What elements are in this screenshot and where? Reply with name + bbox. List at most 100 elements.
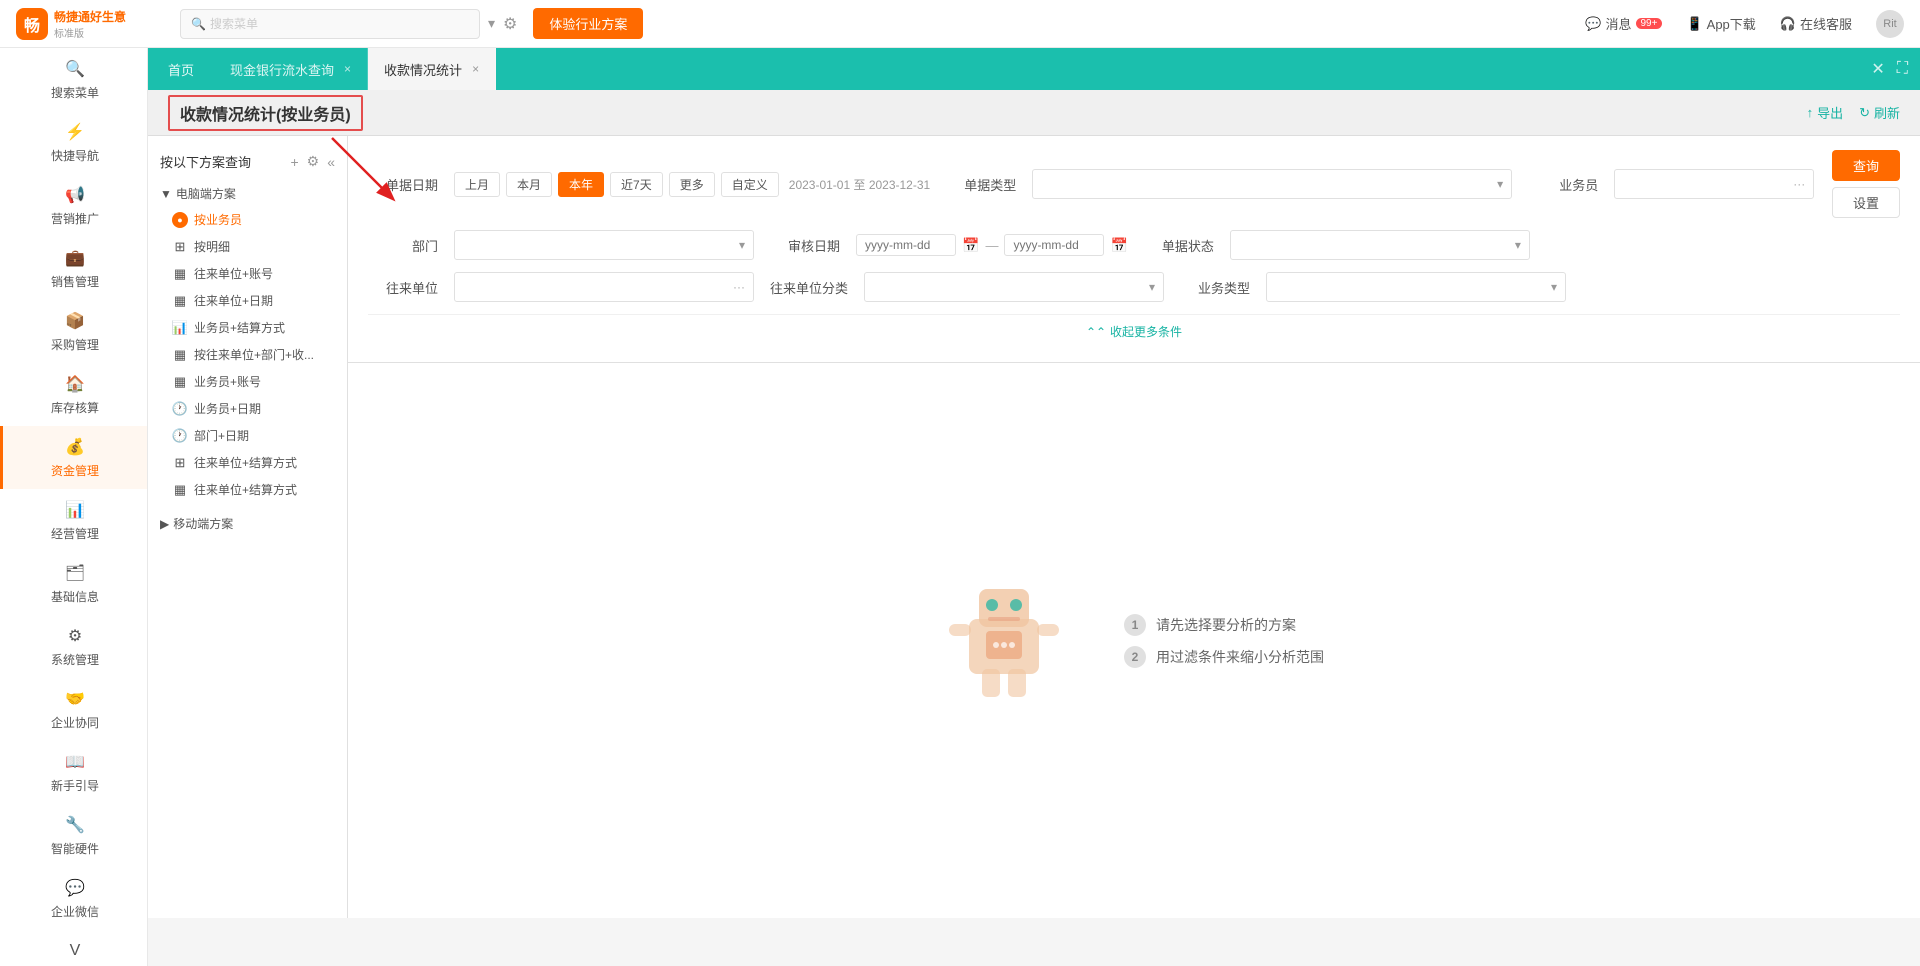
- date-btn-7days[interactable]: 近7天: [610, 172, 663, 197]
- salesman-settle-icon: 📊: [172, 320, 188, 336]
- settings-icon[interactable]: ⚙: [503, 14, 517, 34]
- source-more-icon[interactable]: ···: [733, 280, 745, 294]
- unit-date-icon: ▦: [172, 293, 188, 309]
- tab-bank-flow[interactable]: 现金银行流水查询 ×: [214, 48, 368, 90]
- scheme-item-unit-settle1[interactable]: ⊞ 往来单位+结算方式: [148, 449, 347, 476]
- date-btn-this-year[interactable]: 本年: [558, 172, 604, 197]
- filter-row-2: 部门 ▾ 审核日期 📅 — 📅 单据状: [368, 230, 1900, 260]
- sidebar-item-system[interactable]: ⚙ 系统管理: [0, 615, 147, 678]
- review-date-to-input[interactable]: [1004, 234, 1104, 256]
- scheme-item-salesman-account[interactable]: ▦ 业务员+账号: [148, 368, 347, 395]
- date-label: 单据日期: [368, 175, 438, 194]
- section-expand-icon: ▼: [160, 187, 172, 201]
- message-item[interactable]: 💬 消息 99+: [1585, 14, 1662, 33]
- sidebar-item-finance[interactable]: 💰 资金管理: [0, 426, 147, 489]
- sidebar-item-search[interactable]: 🔍 搜索菜单: [0, 48, 147, 111]
- nav-icon: ⚡: [64, 121, 86, 143]
- review-date-from-input[interactable]: [856, 234, 956, 256]
- dropdown-arrow-icon[interactable]: ▾: [488, 15, 495, 32]
- sidebar-item-operations[interactable]: 📊 经营管理: [0, 489, 147, 552]
- sidebar-item-nav[interactable]: ⚡ 快捷导航: [0, 111, 147, 174]
- sidebar-item-purchase[interactable]: 📦 采购管理: [0, 300, 147, 363]
- app-download-item[interactable]: 📱 App下载: [1686, 14, 1755, 33]
- header-right: 💬 消息 99+ 📱 App下载 🎧 在线客服 Rit: [1585, 10, 1904, 38]
- doc-type-select[interactable]: ▾: [1032, 169, 1512, 199]
- date-btn-custom[interactable]: 自定义: [721, 172, 779, 197]
- robot-illustration: [944, 569, 1064, 712]
- sidebar-item-corp[interactable]: 🤝 企业协同: [0, 678, 147, 741]
- empty-step-2: 2 用过滤条件来缩小分析范围: [1124, 646, 1324, 668]
- source-category-select[interactable]: ▾: [864, 272, 1164, 302]
- tab-home[interactable]: 首页: [148, 48, 214, 90]
- online-service-item[interactable]: 🎧 在线客服: [1780, 14, 1852, 33]
- empty-content: 1 请先选择要分析的方案 2 用过滤条件来缩小分析范围: [944, 569, 1324, 712]
- salesman-label: 业务员: [1528, 175, 1598, 194]
- sidebar-item-inventory[interactable]: 🏠 库存核算: [0, 363, 147, 426]
- sidebar-item-basic[interactable]: 🗂 基础信息: [0, 552, 147, 615]
- scheme-item-unit-dept[interactable]: ▦ 按往来单位+部门+收...: [148, 341, 347, 368]
- scheme-item-salesman-date[interactable]: 🕐 业务员+日期: [148, 395, 347, 422]
- scheme-collapse-icon[interactable]: «: [327, 154, 335, 170]
- scheme-settings-icon[interactable]: ⚙: [307, 153, 320, 170]
- search-icon: 🔍: [64, 58, 86, 80]
- robot-svg: [944, 569, 1064, 709]
- dept-chevron-icon: ▾: [739, 238, 745, 252]
- doc-status-label: 单据状态: [1144, 236, 1214, 255]
- hardware-icon: 🔧: [64, 814, 86, 836]
- sidebar-item-sales[interactable]: 💼 销售管理: [0, 237, 147, 300]
- query-button[interactable]: 查询: [1832, 150, 1900, 181]
- date-btn-last-month[interactable]: 上月: [454, 172, 500, 197]
- salesman-account-icon: ▦: [172, 374, 188, 390]
- sidebar-item-hardware[interactable]: 🔧 智能硬件: [0, 804, 147, 867]
- main-wrapper: 🔍 搜索菜单 ⚡ 快捷导航 📢 营销推广 💼 销售管理 📦 采购管理 🏠 库存核…: [0, 48, 1920, 918]
- user-avatar[interactable]: Rit: [1876, 10, 1904, 38]
- collapse-chevron-icon: ⌃⌃: [1086, 325, 1106, 339]
- collapse-bar[interactable]: ⌃⌃ 收起更多条件: [368, 314, 1900, 348]
- salesman-more-icon[interactable]: ···: [1793, 177, 1805, 191]
- scheme-item-unit-date[interactable]: ▦ 往来单位+日期: [148, 287, 347, 314]
- tab-close-1[interactable]: ×: [344, 62, 351, 76]
- maximize-icon[interactable]: ⛶: [1897, 60, 1908, 78]
- mobile-section-title[interactable]: ▶ 移动端方案: [148, 511, 347, 536]
- source-unit-select[interactable]: ···: [454, 272, 754, 302]
- review-date-range: 📅 — 📅: [856, 234, 1128, 256]
- scheme-item-unit-settle2[interactable]: ▦ 往来单位+结算方式: [148, 476, 347, 503]
- scheme-panel: 按以下方案查询 + ⚙ « ▼ 电脑端方案 ● 按业务员: [148, 136, 348, 918]
- scheme-item-unit-account[interactable]: ▦ 往来单位+账号: [148, 260, 347, 287]
- scheme-item-salesman[interactable]: ● 按业务员: [148, 206, 347, 233]
- top-header: 畅 畅捷通好生意 标准版 🔍 搜索菜单 ▾ ⚙ 体验行业方案 💬 消息 99+ …: [0, 0, 1920, 48]
- date-group: 上月 本月 本年 近7天 更多 自定义 2023-01-01 至 2023-12…: [454, 172, 930, 197]
- sidebar-item-marketing[interactable]: 📢 营销推广: [0, 174, 147, 237]
- doc-type-label: 单据类型: [946, 175, 1016, 194]
- tab-close-2[interactable]: ×: [472, 62, 479, 76]
- calendar-to-icon[interactable]: 📅: [1110, 237, 1127, 254]
- settings-button[interactable]: 设置: [1832, 187, 1900, 218]
- source-category-chevron-icon: ▾: [1149, 280, 1155, 294]
- scheme-item-detail[interactable]: ⊞ 按明细: [148, 233, 347, 260]
- page-title: 收款情况统计(按业务员): [168, 95, 363, 131]
- export-button[interactable]: ↑ 导出: [1807, 103, 1844, 122]
- step-1-number: 1: [1124, 614, 1146, 636]
- phone-icon: 📱: [1686, 16, 1702, 32]
- corp-icon: 🤝: [64, 688, 86, 710]
- dept-select[interactable]: ▾: [454, 230, 754, 260]
- calendar-from-icon[interactable]: 📅: [962, 237, 979, 254]
- salesman-select[interactable]: ···: [1614, 169, 1814, 199]
- desktop-section-title[interactable]: ▼ 电脑端方案: [148, 181, 347, 206]
- biz-type-select[interactable]: ▾: [1266, 272, 1566, 302]
- add-scheme-button[interactable]: +: [290, 154, 298, 170]
- tab-collection[interactable]: 收款情况统计 ×: [368, 48, 496, 90]
- sidebar-item-guide[interactable]: 📖 新手引导: [0, 741, 147, 804]
- scheme-item-dept-date[interactable]: 🕐 部门+日期: [148, 422, 347, 449]
- close-window-icon[interactable]: ✕: [1871, 59, 1884, 79]
- scheme-item-salesman-settle[interactable]: 📊 业务员+结算方式: [148, 314, 347, 341]
- date-btn-this-month[interactable]: 本月: [506, 172, 552, 197]
- refresh-button[interactable]: ↻ 刷新: [1859, 103, 1900, 122]
- doc-status-select[interactable]: ▾: [1230, 230, 1530, 260]
- dept-date-icon: 🕐: [172, 428, 188, 444]
- date-btn-more[interactable]: 更多: [669, 172, 715, 197]
- trial-button[interactable]: 体验行业方案: [533, 8, 643, 39]
- right-content: 单据日期 上月 本月 本年 近7天 更多 自定义 2023-01-01 至 20…: [348, 136, 1920, 918]
- step-2-number: 2: [1124, 646, 1146, 668]
- empty-step-1: 1 请先选择要分析的方案: [1124, 614, 1324, 636]
